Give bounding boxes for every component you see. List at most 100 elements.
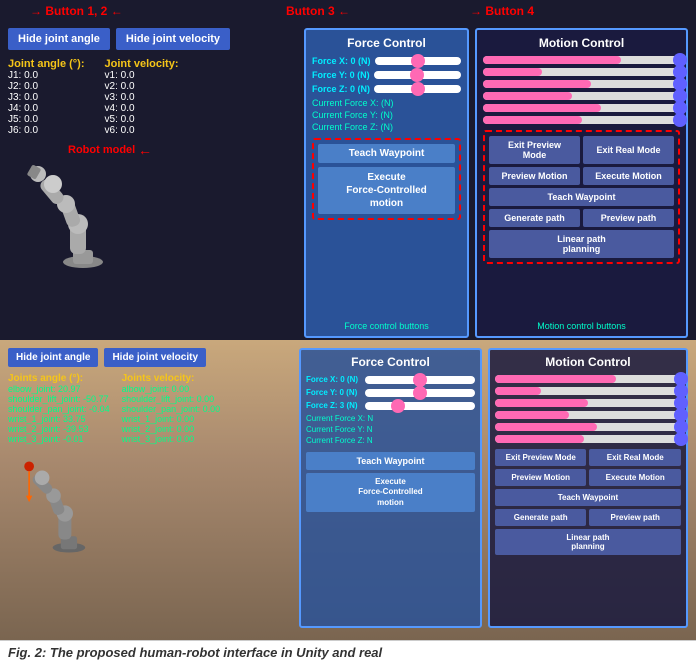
bottom-content: Hide joint angle Hide joint velocity Joi… [8, 348, 688, 632]
bms-track-5[interactable] [495, 423, 681, 431]
bottom-velocity-header: Joints velocity: [122, 373, 221, 384]
ms-fill-1 [483, 56, 621, 64]
bms-row-1 [495, 375, 681, 383]
bmc-btn-grid: Exit Preview Mode Exit Real Mode Preview… [495, 449, 681, 555]
force-y-track[interactable] [374, 71, 461, 79]
ba-wrist2: wrist_2_joint: -39.53 [8, 424, 110, 434]
exit-preview-mode-button[interactable]: Exit Preview Mode [489, 136, 580, 164]
annotation-btn12: → Button 1, 2 ← [30, 4, 123, 18]
bottom-hide-joint-angle-button[interactable]: Hide joint angle [8, 348, 98, 367]
bms-track-6[interactable] [495, 435, 681, 443]
ms-row-1 [483, 56, 680, 64]
force-z-track[interactable] [374, 85, 461, 93]
bmc-execute-motion-button[interactable]: Execute Motion [589, 469, 681, 486]
ms-track-2[interactable] [483, 68, 680, 76]
bfc-buttons: Teach Waypoint Execute Force-Controlled … [306, 451, 475, 512]
v6-value: v6: 0.0 [105, 125, 179, 136]
ba-shoulder-lift: shoulder_lift_joint: -50.77 [8, 394, 110, 404]
bmc-teach-waypoint-button[interactable]: Teach Waypoint [495, 489, 681, 506]
bms-row-3 [495, 399, 681, 407]
ms-track-3[interactable] [483, 80, 680, 88]
bmc-generate-path-button[interactable]: Generate path [495, 509, 587, 526]
bfc-z-track[interactable] [365, 402, 475, 410]
ms-track-4[interactable] [483, 92, 680, 100]
bms-fill-3 [495, 399, 588, 407]
motion-dashed-box: Exit Preview Mode Exit Real Mode Preview… [483, 130, 680, 264]
j1-angle: J1: 0.0 [8, 70, 85, 81]
ms-thumb-6[interactable] [673, 113, 687, 127]
force-x-track[interactable] [375, 57, 461, 65]
bottom-btn-row: Hide joint angle Hide joint velocity [8, 348, 293, 367]
bms-track-2[interactable] [495, 387, 681, 395]
bottom-left-section: Hide joint angle Hide joint velocity Joi… [8, 348, 293, 632]
force-z-label: Force Z: 0 (N) [312, 84, 370, 94]
bms-thumb-6[interactable] [674, 432, 688, 446]
bv-shoulder-pan: shoulder_pan_joint: 0.00 [122, 404, 221, 414]
j4-angle: J4: 0.0 [8, 103, 85, 114]
bfc-x-label: Force X: 0 (N) [306, 375, 361, 384]
bfc-current-z: Current Force Z: N [306, 436, 475, 445]
teach-waypoint-button[interactable]: Teach Waypoint [318, 144, 455, 163]
bottom-angle-header: Joints angle (°): [8, 373, 110, 384]
teach-waypoint-motion-button[interactable]: Teach Waypoint [489, 188, 674, 206]
ms-track-5[interactable] [483, 104, 680, 112]
bv-wrist3: wrist_3_joint: 0.00 [122, 434, 221, 444]
bmc-exit-real-button[interactable]: Exit Real Mode [589, 449, 681, 466]
bfc-z-thumb[interactable] [391, 399, 405, 413]
preview-path-button[interactable]: Preview path [583, 209, 674, 227]
joint-velocity-header: Joint velocity: [105, 58, 179, 70]
force-y-thumb[interactable] [410, 68, 424, 82]
motion-buttons-label: Motion control buttons [477, 321, 686, 331]
ba-elbow: elbow_joint: 20.97 [8, 384, 110, 394]
bottom-panel: Hide joint angle Hide joint velocity Joi… [0, 340, 696, 640]
bottom-velocity-col: Joints velocity: albow_joint: 0.00 shoul… [122, 373, 221, 444]
bottom-teach-waypoint-button[interactable]: Teach Waypoint [306, 452, 475, 470]
bms-track-1[interactable] [495, 375, 681, 383]
bmc-preview-motion-button[interactable]: Preview Motion [495, 469, 587, 486]
hide-joint-angle-button[interactable]: Hide joint angle [8, 28, 110, 50]
j2-angle: J2: 0.0 [8, 81, 85, 92]
bfc-x-row: Force X: 0 (N) [306, 375, 475, 384]
top-force-control-panel: Force Control Force X: 0 (N) Force Y: 0 … [304, 28, 469, 338]
execute-force-motion-button[interactable]: Execute Force-Controlled motion [318, 167, 455, 214]
bfc-y-thumb[interactable] [413, 386, 427, 400]
ms-row-2 [483, 68, 680, 76]
bmc-exit-preview-button[interactable]: Exit Preview Mode [495, 449, 587, 466]
bfc-x-thumb[interactable] [413, 373, 427, 387]
bfc-x-track[interactable] [365, 376, 475, 384]
execute-motion-button[interactable]: Execute Motion [583, 167, 674, 185]
bottom-force-title: Force Control [306, 355, 475, 369]
bmc-linear-path-button[interactable]: Linear path planning [495, 529, 681, 555]
top-btn-row: Hide joint angle Hide joint velocity [8, 28, 298, 50]
bms-track-3[interactable] [495, 399, 681, 407]
v2-value: v2: 0.0 [105, 81, 179, 92]
top-angle-col: Joint angle (°): J1: 0.0 J2: 0.0 J3: 0.0… [8, 58, 85, 136]
generate-path-button[interactable]: Generate path [489, 209, 580, 227]
top-motion-control-panel: Motion Control [475, 28, 688, 338]
top-joint-info: Joint angle (°): J1: 0.0 J2: 0.0 J3: 0.0… [8, 58, 298, 136]
force-z-thumb[interactable] [411, 82, 425, 96]
bottom-execute-force-button[interactable]: Execute Force-Controlled motion [306, 473, 475, 512]
ms-track-1[interactable] [483, 56, 680, 64]
current-force-x: Current Force X: (N) [312, 98, 461, 108]
bmc-preview-path-button[interactable]: Preview path [589, 509, 681, 526]
bfc-y-track[interactable] [365, 389, 475, 397]
force-z-slider-row: Force Z: 0 (N) [312, 84, 461, 94]
linear-path-button[interactable]: Linear path planning [489, 230, 674, 258]
bv-elbow: albow_joint: 0.00 [122, 384, 221, 394]
bottom-robot-model-svg [8, 452, 138, 562]
preview-motion-button[interactable]: Preview Motion [489, 167, 580, 185]
bmc-buttons-area: Exit Preview Mode Exit Real Mode Preview… [495, 449, 681, 555]
hide-joint-velocity-button[interactable]: Hide joint velocity [116, 28, 230, 50]
j3-angle: J3: 0.0 [8, 92, 85, 103]
force-x-thumb[interactable] [411, 54, 425, 68]
robot-model-label: Robot model [68, 144, 135, 156]
ms-track-6[interactable] [483, 116, 680, 124]
bottom-angle-col: Joints angle (°): elbow_joint: 20.97 sho… [8, 373, 110, 444]
ms-row-3 [483, 80, 680, 88]
bottom-motion-control-panel: Motion Control [488, 348, 688, 628]
annotation-btn3: Button 3 ← [286, 4, 350, 18]
bottom-hide-joint-velocity-button[interactable]: Hide joint velocity [104, 348, 206, 367]
bms-track-4[interactable] [495, 411, 681, 419]
exit-real-mode-button[interactable]: Exit Real Mode [583, 136, 674, 164]
